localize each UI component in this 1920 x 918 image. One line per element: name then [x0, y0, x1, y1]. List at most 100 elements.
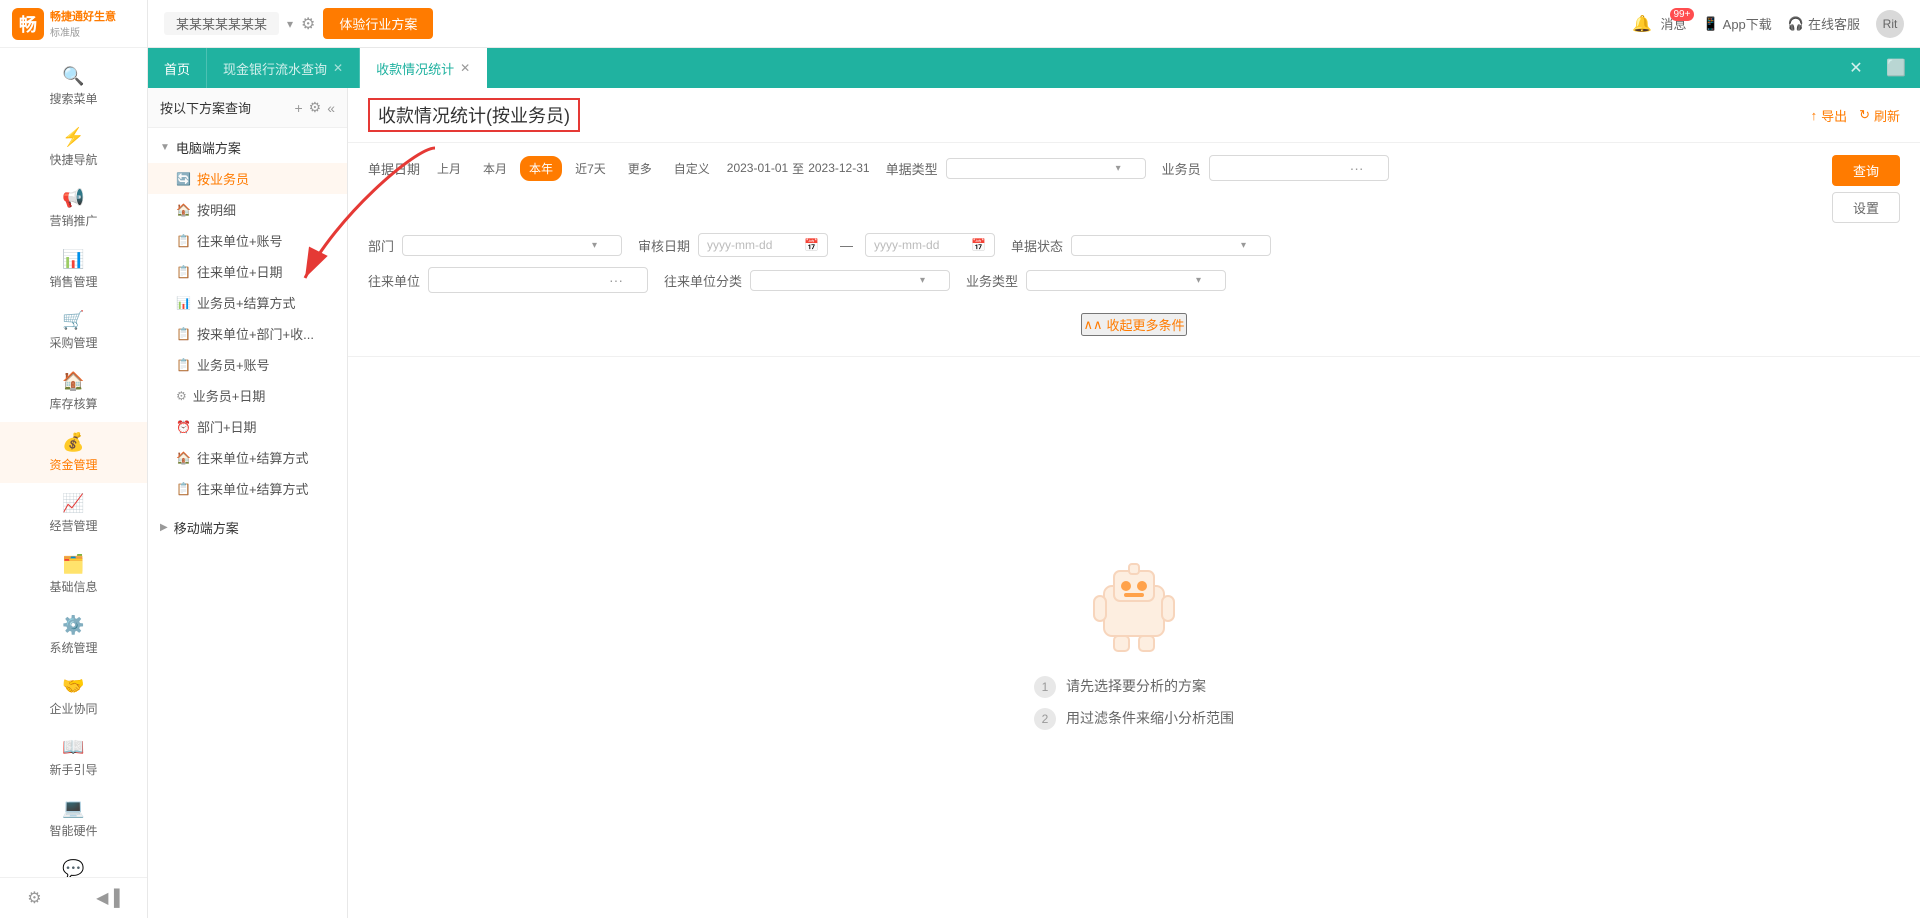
scheme-item-partner-settle1[interactable]: 🏠 往来单位+结算方式 [148, 442, 347, 473]
sidebar-item-marketing[interactable]: 📢 营销推广 [0, 178, 147, 239]
tab-expand-icon[interactable]: ⬜ [1880, 52, 1912, 84]
sidebar-item-guide[interactable]: 📖 新手引导 [0, 727, 147, 788]
scheme-item-by-salesman[interactable]: 🔄 按业务员 [148, 163, 347, 194]
app-download-button[interactable]: 📱 App下载 [1702, 14, 1771, 33]
tab-close-all-icon[interactable]: ✕ [1840, 52, 1872, 84]
export-icon: ↑ [1811, 108, 1818, 123]
filter-row-2: 部门 ▾ 审核日期 yyyy-mm-dd 📅 [368, 233, 1900, 257]
scheme-item-dept-date[interactable]: ⏰ 部门+日期 [148, 411, 347, 442]
filter-settings-button[interactable]: 设置 [1832, 192, 1900, 223]
query-button[interactable]: 查询 [1832, 155, 1900, 186]
doc-status-select[interactable]: ▾ [1071, 235, 1271, 256]
dept-select[interactable]: ▾ [402, 235, 622, 256]
user-avatar[interactable]: Rit [1876, 10, 1904, 38]
sidebar-item-search[interactable]: 🔍 搜索菜单 [0, 56, 147, 117]
date-filter-item: 单据日期 上月 本月 本年 近7天 更多 自定义 [368, 156, 870, 181]
date-btn-this-month[interactable]: 本月 [474, 156, 516, 181]
salesman-label: 业务员 [1162, 159, 1201, 178]
scheme-item-by-detail[interactable]: 🏠 按明细 [148, 194, 347, 225]
bell-icon: 🔔 [1632, 16, 1652, 33]
top-header: 某某某某某某某 ▾ ⚙ 体验行业方案 🔔 99+ 消息 📱 App下载 🎧 在线… [148, 0, 1920, 48]
marketing-icon: 📢 [62, 188, 84, 209]
sidebar-item-system[interactable]: ⚙️ 系统管理 [0, 605, 147, 666]
headset-icon: 🎧 [1788, 16, 1804, 32]
sidebar-item-hardware[interactable]: 💻 智能硬件 [0, 788, 147, 849]
scheme-item-partner-account[interactable]: 📋 往来单位+账号 [148, 225, 347, 256]
partner-dept-icon: 📋 [176, 327, 191, 341]
scheme-item-salesman-date[interactable]: ⚙ 业务员+日期 [148, 380, 347, 411]
sidebar: 畅 畅捷通好生意 标准版 🔍 搜索菜单 ⚡ 快捷导航 📢 营销推广 📊 销 [0, 0, 148, 918]
sidebar-item-basic[interactable]: 🗂️ 基础信息 [0, 544, 147, 605]
page-header-actions: ↑ 导出 ↻ 刷新 [1811, 106, 1900, 125]
partner-settle2-icon: 📋 [176, 482, 191, 496]
review-date-start-input[interactable]: yyyy-mm-dd 📅 [698, 233, 828, 257]
tab-bank[interactable]: 现金银行流水查询 ✕ [207, 48, 360, 88]
collapse-sidebar-icon[interactable]: ◀▐ [96, 888, 120, 908]
trial-button[interactable]: 体验行业方案 [323, 8, 433, 39]
scheme-item-partner-settle2[interactable]: 📋 往来单位+结算方式 [148, 473, 347, 504]
date-btn-7days[interactable]: 近7天 [566, 156, 615, 181]
scheme-settings-button[interactable]: ⚙ [309, 99, 322, 116]
doc-type-label: 单据类型 [886, 159, 938, 178]
partner-category-filter-item: 往来单位分类 ▾ [664, 270, 950, 291]
date-btn-this-year[interactable]: 本年 [520, 156, 562, 181]
right-panel: 收款情况统计(按业务员) ↑ 导出 ↻ 刷新 [348, 88, 1920, 918]
doc-type-select[interactable]: ▾ [946, 158, 1146, 179]
review-date-end-icon: 📅 [971, 238, 986, 252]
doc-status-dropdown-icon: ▾ [1241, 240, 1246, 251]
partner-category-select[interactable]: ▾ [750, 270, 950, 291]
tab-bank-close-icon[interactable]: ✕ [333, 61, 343, 75]
header-right: 🔔 99+ 消息 📱 App下载 🎧 在线客服 Rit [1632, 10, 1904, 38]
hardware-icon: 💻 [62, 798, 84, 819]
sidebar-nav: 🔍 搜索菜单 ⚡ 快捷导航 📢 营销推广 📊 销售管理 🛒 采购管理 🏠 [0, 48, 147, 877]
breadcrumb: 某某某某某某某 [164, 12, 279, 35]
scheme-title: 按以下方案查询 [160, 98, 251, 117]
scheme-collapse-button[interactable]: « [327, 100, 335, 116]
sidebar-footer: ⚙ ◀▐ [0, 877, 147, 918]
sidebar-item-inventory[interactable]: 🏠 库存核算 [0, 361, 147, 422]
sidebar-item-corp[interactable]: 🤝 企业协同 [0, 666, 147, 727]
scheme-item-salesman-settle[interactable]: 📊 业务员+结算方式 [148, 287, 347, 318]
sidebar-item-business[interactable]: 📈 经营管理 [0, 483, 147, 544]
date-btn-custom[interactable]: 自定义 [665, 156, 719, 181]
mobile-section-header[interactable]: ▶ 移动端方案 [148, 512, 347, 543]
doc-type-dropdown-icon: ▾ [1116, 163, 1121, 174]
refresh-button[interactable]: ↻ 刷新 [1859, 106, 1900, 125]
review-date-end-input[interactable]: yyyy-mm-dd 📅 [865, 233, 995, 257]
scheme-item-by-partner-dept[interactable]: 📋 按来单位+部门+收... [148, 318, 347, 349]
partner-filter-item: 往来单位 ··· [368, 267, 648, 293]
partner-select[interactable]: ··· [428, 267, 648, 293]
online-service-button[interactable]: 🎧 在线客服 [1788, 14, 1860, 33]
empty-illustration [1074, 536, 1194, 656]
sidebar-item-finance[interactable]: 💰 资金管理 [0, 422, 147, 483]
date-btn-last-month[interactable]: 上月 [428, 156, 470, 181]
header-gear-icon[interactable]: ⚙ [301, 14, 315, 34]
detail-scheme-icon: 🏠 [176, 203, 191, 217]
breadcrumb-dropdown-icon[interactable]: ▾ [287, 17, 293, 31]
tab-bar: 首页 现金银行流水查询 ✕ 收款情况统计 ✕ ✕ ⬜ [148, 48, 1920, 88]
scheme-add-button[interactable]: + [294, 100, 302, 116]
salesman-select[interactable]: ··· [1209, 155, 1389, 181]
date-btn-more[interactable]: 更多 [619, 156, 661, 181]
tab-home[interactable]: 首页 [148, 48, 207, 88]
sidebar-item-purchase[interactable]: 🛒 采购管理 [0, 300, 147, 361]
desktop-section-header[interactable]: ▼ 电脑端方案 [148, 132, 347, 163]
dept-date-icon: ⏰ [176, 420, 191, 434]
sidebar-item-quicknav[interactable]: ⚡ 快捷导航 [0, 117, 147, 178]
sidebar-item-wechat[interactable]: 💬 企业微信 [0, 849, 147, 877]
review-date-label: 审核日期 [638, 236, 690, 255]
scheme-item-partner-date[interactable]: 📋 往来单位+日期 [148, 256, 347, 287]
scheme-header: 按以下方案查询 + ⚙ « [148, 88, 347, 128]
salesman-settle-icon: 📊 [176, 296, 191, 310]
export-button[interactable]: ↑ 导出 [1811, 106, 1848, 125]
business-type-select[interactable]: ▾ [1026, 270, 1226, 291]
tab-collection[interactable]: 收款情况统计 ✕ [360, 48, 487, 88]
collapse-filters-button[interactable]: ∧∧ 收起更多条件 [1081, 313, 1186, 336]
corp-icon: 🤝 [62, 676, 84, 697]
scheme-item-salesman-account[interactable]: 📋 业务员+账号 [148, 349, 347, 380]
sidebar-item-sales[interactable]: 📊 销售管理 [0, 239, 147, 300]
purchase-icon: 🛒 [62, 310, 84, 331]
settings-footer-icon[interactable]: ⚙ [27, 888, 41, 908]
notification-button[interactable]: 🔔 99+ 消息 [1632, 14, 1686, 34]
tab-collection-close-icon[interactable]: ✕ [460, 61, 470, 75]
